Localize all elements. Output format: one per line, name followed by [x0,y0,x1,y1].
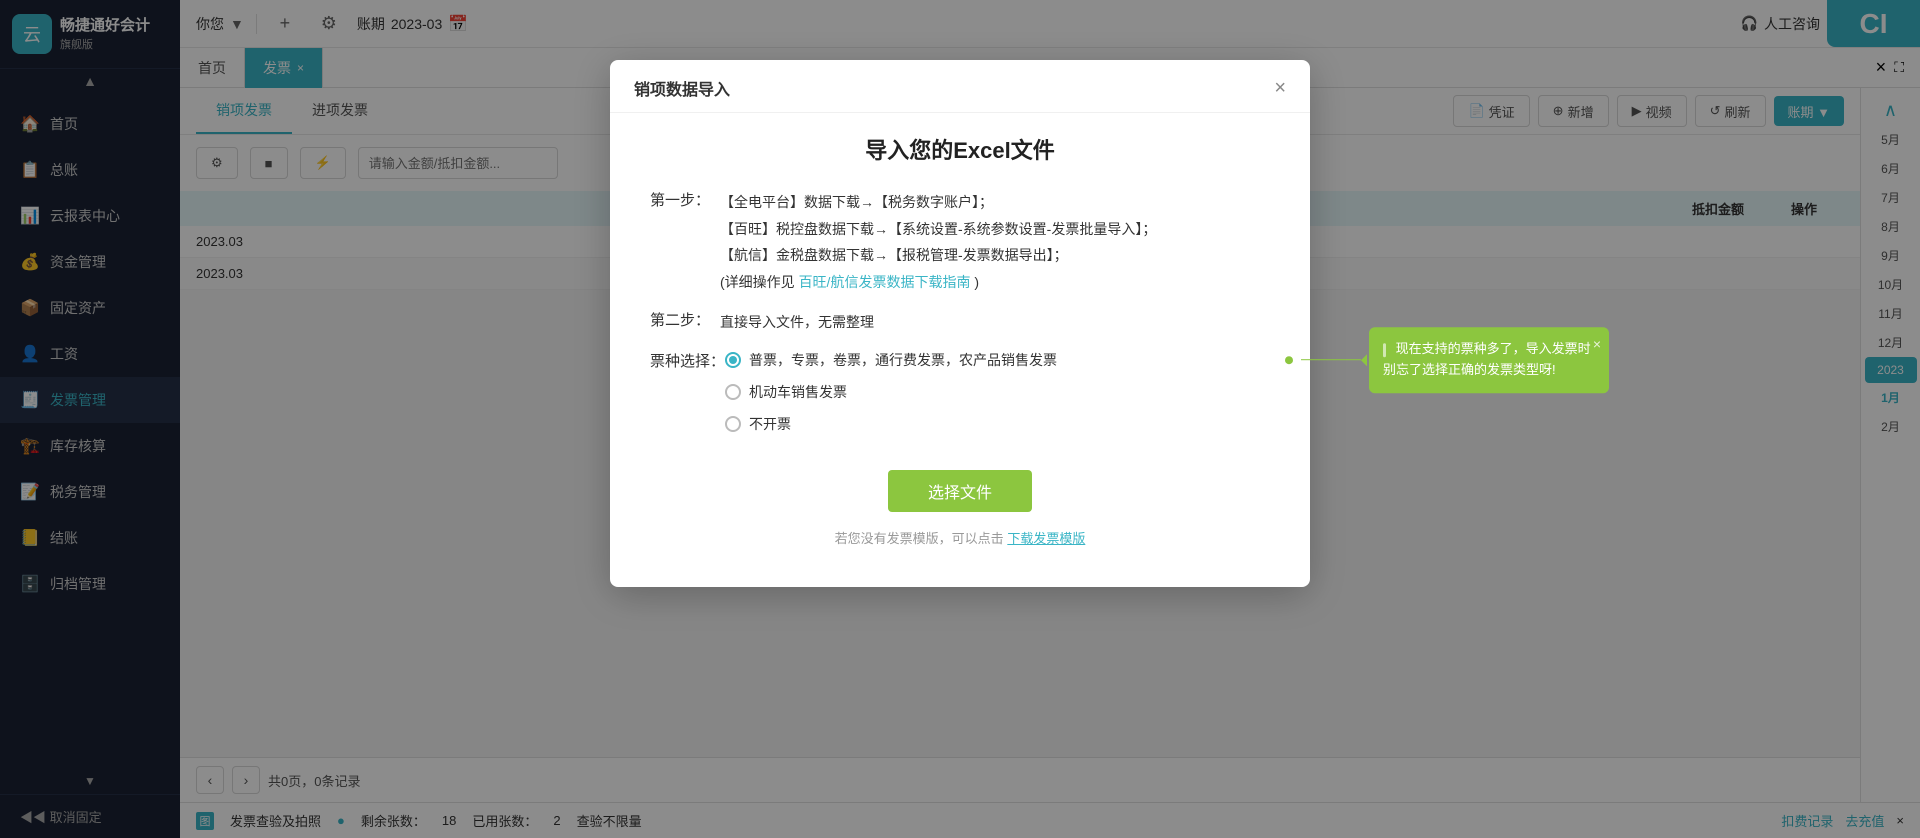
radio-none-label: 不开票 [749,414,791,434]
modal-main-title: 导入您的Excel文件 [650,133,1270,165]
tooltip-text: 现在支持的票种多了，导入发票时别忘了选择正确的发票类型呀! [1383,341,1591,377]
step1-line3: 【航信】金税盘数据下载→【报税管理-发票数据导出】； [720,242,1156,269]
radio-none[interactable] [725,416,741,432]
step1-row: 第一步： 【全电平台】数据下载→【税务数字账户】； 【百旺】税控盘数据下载→【系… [650,189,1270,295]
step1-link-row: (详细操作见 百旺/航信发票数据下载指南 ) [720,269,1156,296]
modal-overlay: 销项数据导入 × 导入您的Excel文件 第一步： 【全电平台】数据下载→【税务… [0,0,1920,838]
ticket-label: 票种选择： [650,350,725,446]
modal-footer-text: 若您没有发票模版，可以点击 下载发票模版 [650,528,1270,547]
tooltip-dot [1285,356,1293,364]
radio-row-motor: 机动车销售发票 [725,382,1057,402]
step1-link[interactable]: 百旺/航信发票数据下载指南 [799,274,971,290]
radio-group: 普票，专票，卷票，通行费发票，农产品销售发票 现在支持的票种多了，导入发票时别忘… [725,350,1057,446]
tooltip-connector: 现在支持的票种多了，导入发票时别忘了选择正确的发票类型呀! × [1285,327,1609,393]
modal-header: 销项数据导入 × [610,60,1310,113]
radio-row-normal: 普票，专票，卷票，通行费发票，农产品销售发票 现在支持的票种多了，导入发票时别忘… [725,350,1057,370]
import-modal: 销项数据导入 × 导入您的Excel文件 第一步： 【全电平台】数据下载→【税务… [610,60,1310,587]
radio-normal[interactable] [725,352,741,368]
modal-body: 导入您的Excel文件 第一步： 【全电平台】数据下载→【税务数字账户】； 【百… [610,113,1310,547]
download-template-link[interactable]: 下载发票模版 [1007,531,1085,546]
radio-row-none: 不开票 [725,414,1057,434]
step1-content: 【全电平台】数据下载→【税务数字账户】； 【百旺】税控盘数据下载→【系统设置-系… [720,189,1156,295]
modal-title: 销项数据导入 [634,76,730,100]
select-file-button[interactable]: 选择文件 [888,470,1032,512]
step1-label: 第一步： [650,189,720,295]
radio-motor[interactable] [725,384,741,400]
select-file-area: 选择文件 [650,470,1270,512]
step2-label: 第二步： [650,309,720,336]
tooltip-bubble: 现在支持的票种多了，导入发票时别忘了选择正确的发票类型呀! × [1369,327,1609,393]
modal-close-button[interactable]: × [1274,77,1286,100]
step2-content: 直接导入文件，无需整理 [720,309,874,336]
step1-link-suffix: ) [974,274,979,290]
step1-line1: 【全电平台】数据下载→【税务数字账户】； [720,189,1156,216]
tooltip-close-button[interactable]: × [1593,333,1601,355]
footer-prefix: 若您没有发票模版，可以点击 [835,531,1004,546]
step1-link-prefix: (详细操作见 [720,274,795,290]
radio-motor-label: 机动车销售发票 [749,382,847,402]
tooltip-line [1301,359,1361,360]
step1-line2: 【百旺】税控盘数据下载→【系统设置-系统参数设置-发票批量导入】； [720,216,1156,243]
step2-row: 第二步： 直接导入文件，无需整理 [650,309,1270,336]
radio-normal-label: 普票，专票，卷票，通行费发票，农产品销售发票 [749,350,1057,370]
tooltip-accent [1383,343,1386,357]
ticket-type-row: 票种选择： 普票，专票，卷票，通行费发票，农产品销售发票 现在支持的票种多了，导… [650,350,1270,446]
